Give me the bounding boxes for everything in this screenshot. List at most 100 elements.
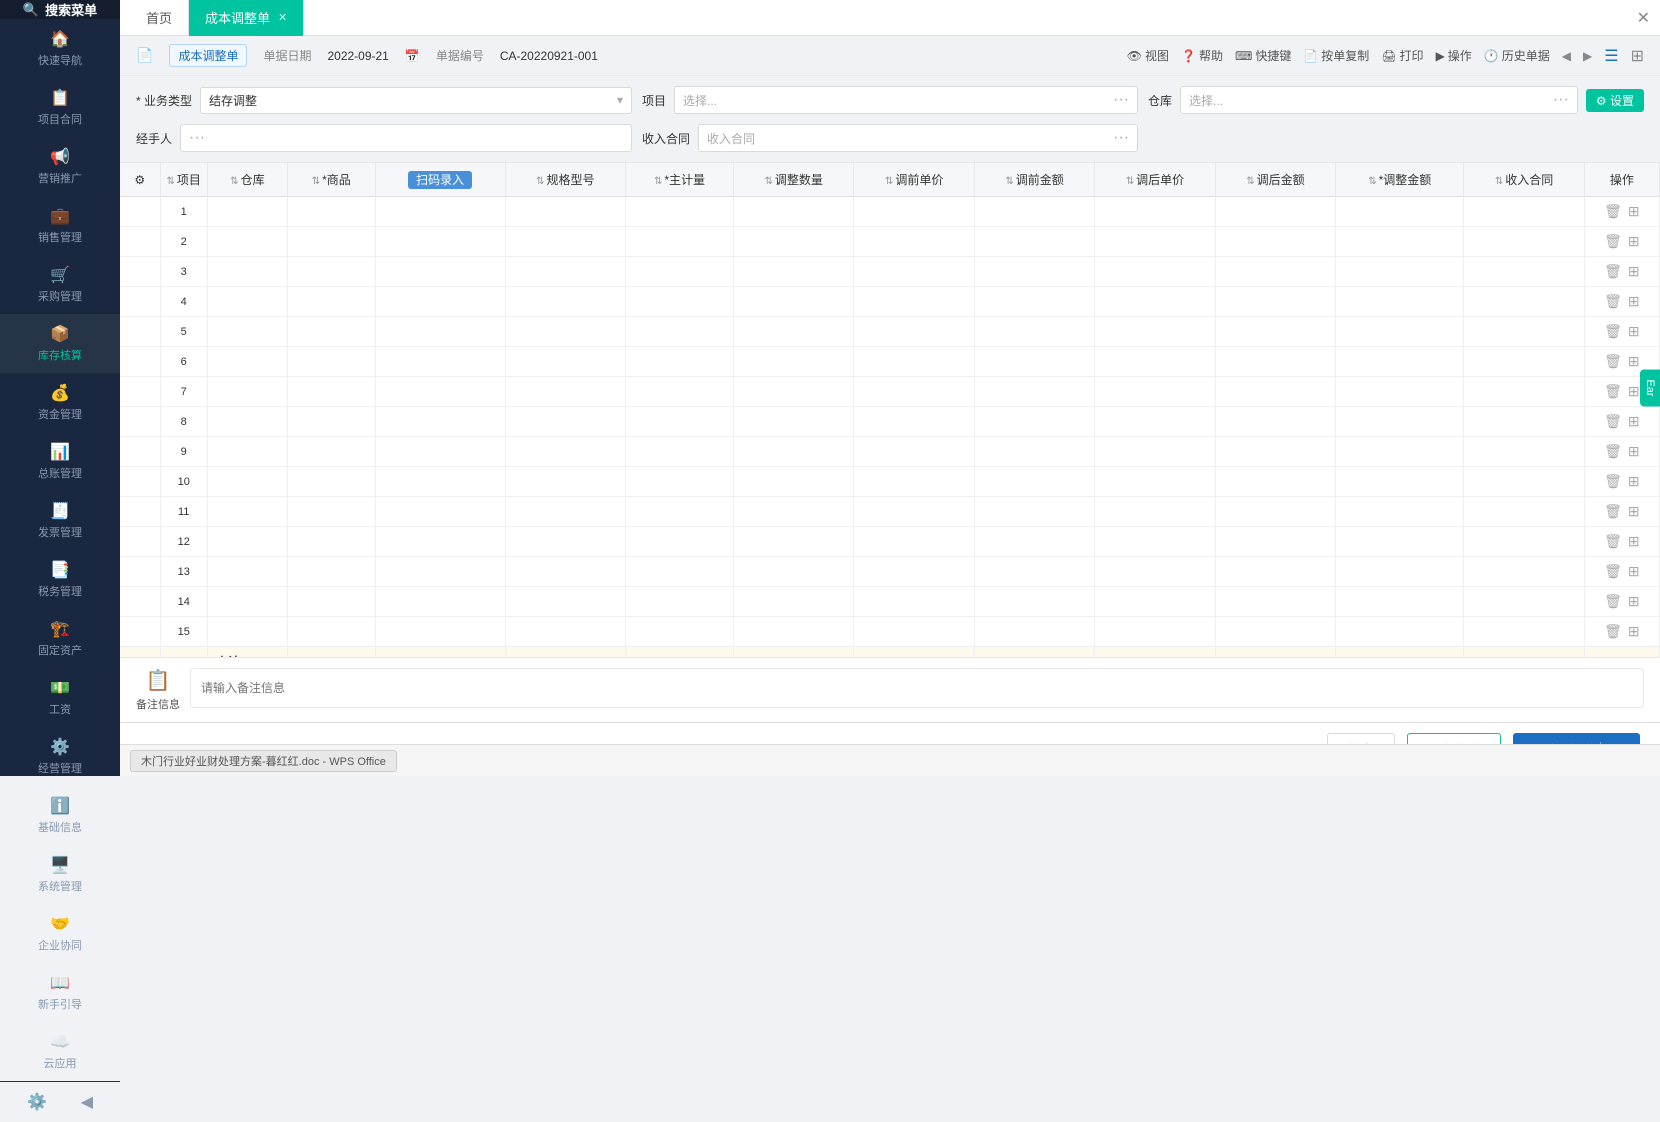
row-data-cell[interactable] xyxy=(625,497,733,527)
row-data-cell[interactable] xyxy=(505,287,625,317)
row-data-cell[interactable] xyxy=(287,227,375,257)
action-operation[interactable]: ▶ 操作 xyxy=(1436,47,1472,64)
row-data-cell[interactable] xyxy=(1464,347,1584,377)
row-data-cell[interactable] xyxy=(854,287,974,317)
row-data-cell[interactable] xyxy=(734,347,854,377)
delete-icon[interactable]: 🗑 xyxy=(1604,353,1622,370)
copy-icon[interactable]: ⊞ xyxy=(1628,233,1640,250)
row-data-cell[interactable] xyxy=(207,377,287,407)
row-data-cell[interactable] xyxy=(625,197,733,227)
row-data-cell[interactable] xyxy=(207,287,287,317)
row-data-cell[interactable] xyxy=(974,587,1094,617)
row-data-cell[interactable] xyxy=(287,197,375,227)
row-data-cell[interactable] xyxy=(854,467,974,497)
row-data-cell[interactable] xyxy=(1215,287,1335,317)
th-settings[interactable]: ⚙ xyxy=(120,163,160,197)
row-data-cell[interactable] xyxy=(974,467,1094,497)
copy-icon[interactable]: ⊞ xyxy=(1628,353,1640,370)
sidebar-item-sales-mgmt[interactable]: 💼 销售管理 xyxy=(0,196,120,255)
row-data-cell[interactable] xyxy=(505,587,625,617)
row-data-cell[interactable] xyxy=(1464,317,1584,347)
row-data-cell[interactable] xyxy=(375,557,505,587)
row-data-cell[interactable] xyxy=(207,257,287,287)
sidebar-item-ops-mgmt[interactable]: ⚙️ 经营管理 xyxy=(0,727,120,786)
row-data-cell[interactable] xyxy=(1464,407,1584,437)
row-data-cell[interactable] xyxy=(1095,287,1215,317)
copy-icon[interactable]: ⊞ xyxy=(1628,323,1640,340)
row-data-cell[interactable] xyxy=(625,557,733,587)
row-data-cell[interactable] xyxy=(625,617,733,647)
row-data-cell[interactable] xyxy=(854,407,974,437)
sidebar-item-fixed-assets[interactable]: 🏗️ 固定资产 xyxy=(0,609,120,668)
row-data-cell[interactable] xyxy=(1215,347,1335,377)
row-data-cell[interactable] xyxy=(1215,197,1335,227)
row-data-cell[interactable] xyxy=(207,227,287,257)
row-data-cell[interactable] xyxy=(734,557,854,587)
sidebar-item-basic-info[interactable]: ℹ️ 基础信息 xyxy=(0,786,120,845)
row-data-cell[interactable] xyxy=(287,287,375,317)
delete-icon[interactable]: 🗑 xyxy=(1604,233,1622,250)
row-data-cell[interactable] xyxy=(974,617,1094,647)
delete-icon[interactable]: 🗑 xyxy=(1604,563,1622,580)
copy-icon[interactable]: ⊞ xyxy=(1628,593,1640,610)
row-data-cell[interactable] xyxy=(505,617,625,647)
row-data-cell[interactable] xyxy=(375,197,505,227)
row-data-cell[interactable] xyxy=(207,557,287,587)
row-data-cell[interactable] xyxy=(207,497,287,527)
row-data-cell[interactable] xyxy=(1336,467,1464,497)
delete-icon[interactable]: 🗑 xyxy=(1604,263,1622,280)
row-data-cell[interactable] xyxy=(375,587,505,617)
row-data-cell[interactable] xyxy=(1336,587,1464,617)
copy-icon[interactable]: ⊞ xyxy=(1628,203,1640,220)
row-data-cell[interactable] xyxy=(1215,227,1335,257)
list-view-icon[interactable]: ☰ xyxy=(1604,46,1618,66)
row-data-cell[interactable] xyxy=(1464,377,1584,407)
row-data-cell[interactable] xyxy=(734,587,854,617)
row-data-cell[interactable] xyxy=(375,467,505,497)
action-print[interactable]: 🖨 打印 xyxy=(1381,47,1423,64)
sidebar-item-purchase-mgmt[interactable]: 🛒 采购管理 xyxy=(0,255,120,314)
row-data-cell[interactable] xyxy=(207,407,287,437)
row-action-cell[interactable]: 🗑⊞ xyxy=(1584,227,1659,257)
row-data-cell[interactable] xyxy=(1095,257,1215,287)
row-data-cell[interactable] xyxy=(1095,497,1215,527)
row-data-cell[interactable] xyxy=(287,527,375,557)
row-data-cell[interactable] xyxy=(207,197,287,227)
warehouse-input[interactable]: 选择... ··· xyxy=(1180,86,1578,114)
nav-next-icon[interactable]: ▶ xyxy=(1583,49,1592,63)
row-data-cell[interactable] xyxy=(1095,467,1215,497)
row-data-cell[interactable] xyxy=(1464,437,1584,467)
row-data-cell[interactable] xyxy=(1336,317,1464,347)
row-data-cell[interactable] xyxy=(625,467,733,497)
row-data-cell[interactable] xyxy=(287,347,375,377)
sidebar-item-new-guide[interactable]: 📖 新手引导 xyxy=(0,963,120,1022)
row-data-cell[interactable] xyxy=(505,497,625,527)
row-data-cell[interactable] xyxy=(505,377,625,407)
row-data-cell[interactable] xyxy=(1215,437,1335,467)
row-data-cell[interactable] xyxy=(287,317,375,347)
row-data-cell[interactable] xyxy=(1464,527,1584,557)
row-data-cell[interactable] xyxy=(854,197,974,227)
tab-cost-adjust[interactable]: 成本调整单 ✕ xyxy=(189,0,304,36)
row-data-cell[interactable] xyxy=(1464,497,1584,527)
settings-button[interactable]: ⚙ 设置 xyxy=(1586,89,1644,112)
row-data-cell[interactable] xyxy=(1095,527,1215,557)
row-data-cell[interactable] xyxy=(1095,197,1215,227)
copy-icon[interactable]: ⊞ xyxy=(1628,563,1640,580)
row-data-cell[interactable] xyxy=(375,347,505,377)
row-data-cell[interactable] xyxy=(505,437,625,467)
row-data-cell[interactable] xyxy=(625,287,733,317)
row-data-cell[interactable] xyxy=(287,467,375,497)
row-data-cell[interactable] xyxy=(287,587,375,617)
row-data-cell[interactable] xyxy=(625,587,733,617)
row-data-cell[interactable] xyxy=(207,347,287,377)
row-data-cell[interactable] xyxy=(1464,227,1584,257)
row-action-cell[interactable]: 🗑⊞ xyxy=(1584,527,1659,557)
row-data-cell[interactable] xyxy=(1215,617,1335,647)
delete-icon[interactable]: 🗑 xyxy=(1604,623,1622,640)
row-data-cell[interactable] xyxy=(1336,197,1464,227)
row-data-cell[interactable] xyxy=(625,227,733,257)
row-data-cell[interactable] xyxy=(505,347,625,377)
row-data-cell[interactable] xyxy=(974,557,1094,587)
row-data-cell[interactable] xyxy=(287,377,375,407)
